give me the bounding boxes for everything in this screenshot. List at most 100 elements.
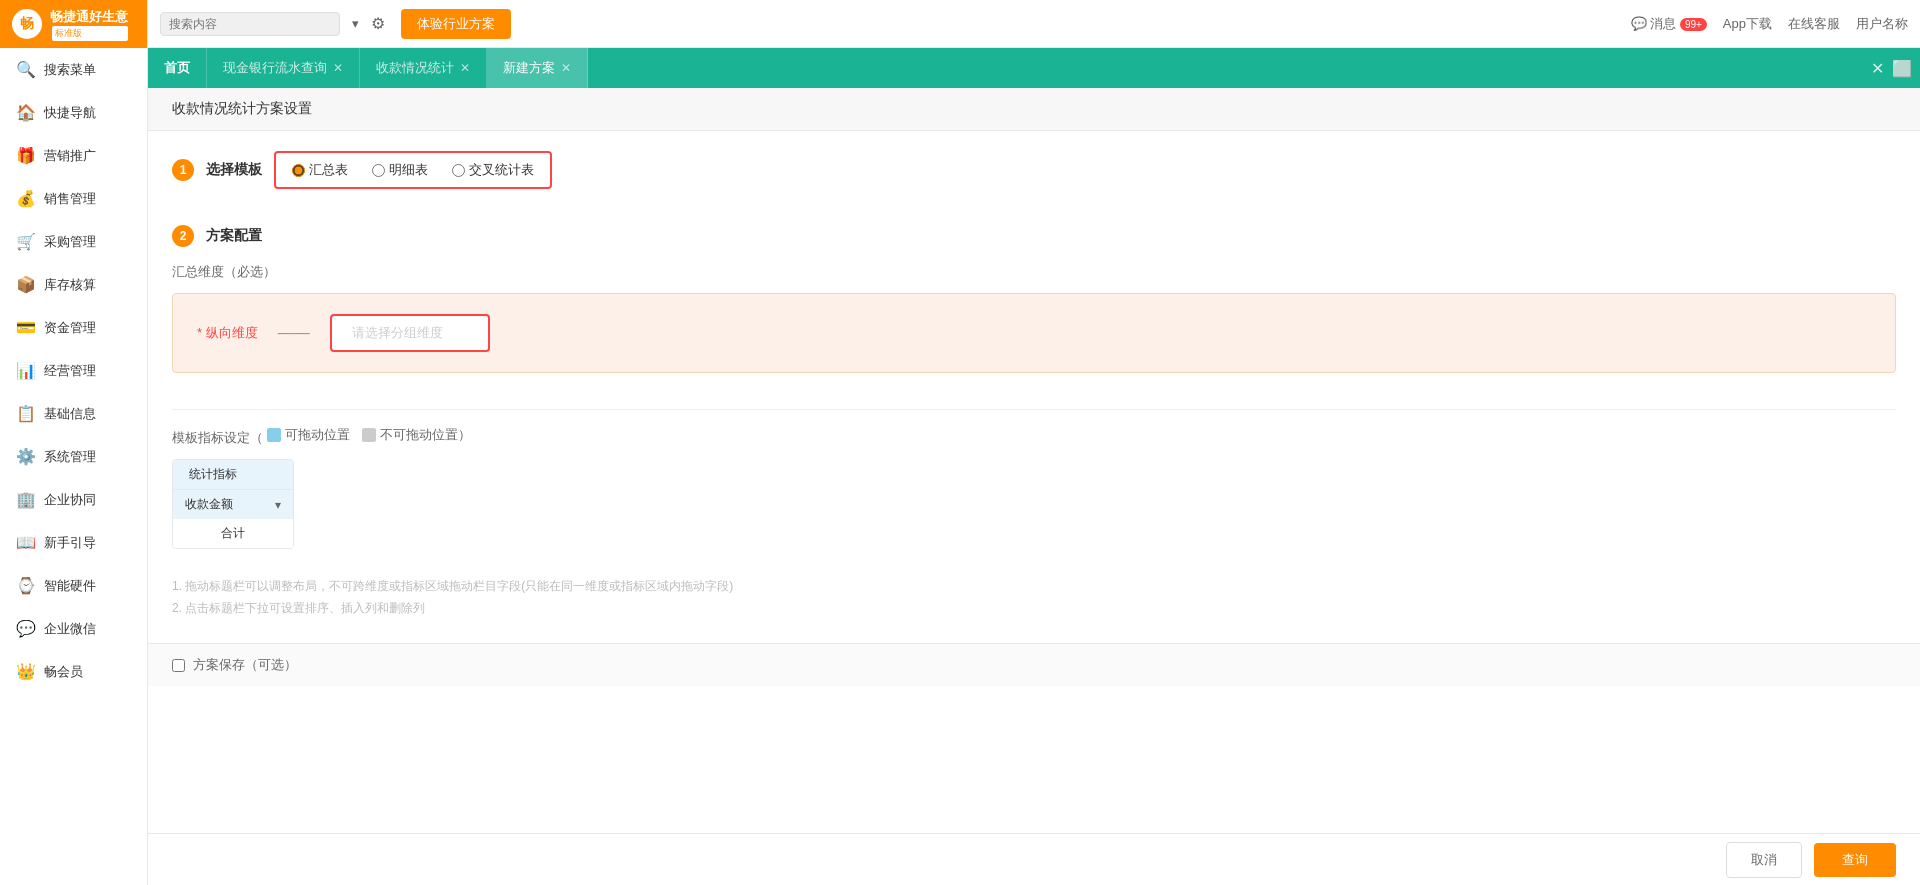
- sidebar-item-marketing[interactable]: 🎁 营销推广: [0, 134, 147, 177]
- notification-badge: 99+: [1680, 18, 1707, 31]
- tab-new-plan[interactable]: 新建方案 ✕: [487, 48, 588, 88]
- save-plan-label: 方案保存（可选）: [193, 656, 297, 674]
- sidebar-item-sales[interactable]: 💰 销售管理: [0, 177, 147, 220]
- tab-close-all-icon[interactable]: ✕: [1871, 59, 1884, 78]
- sidebar-item-label: 经营管理: [44, 362, 96, 380]
- save-bar: 方案保存（可选）: [148, 643, 1920, 686]
- purchase-icon: 🛒: [16, 232, 36, 251]
- tab-bank-flow-close-icon[interactable]: ✕: [333, 61, 343, 75]
- dimension-section-title: 汇总维度（必选）: [172, 263, 1896, 281]
- member-icon: 👑: [16, 662, 36, 681]
- notification-label: 消息: [1650, 16, 1676, 31]
- tab-collection-stats-close-icon[interactable]: ✕: [460, 61, 470, 75]
- radio-cross-input[interactable]: [452, 164, 465, 177]
- tips-section: 1. 拖动标题栏可以调整布局，不可跨维度或指标区域拖动栏目字段(只能在同一维度或…: [148, 568, 1920, 643]
- sidebar: 畅 畅捷通好生意 标准版 🔍 搜索菜单 🏠 快捷导航 🎁 营销推广 💰 销售管理…: [0, 0, 148, 885]
- tab-bank-flow-label: 现金银行流水查询: [223, 59, 327, 77]
- metrics-item-label: 收款金额: [185, 496, 233, 513]
- app-download-link[interactable]: App下载: [1723, 15, 1772, 33]
- sys-manage-icon: ⚙️: [16, 447, 36, 466]
- basic-info-icon: 📋: [16, 404, 36, 423]
- step2-section: 2 方案配置 汇总维度（必选） * 纵向维度 —— 请选择分组维度: [148, 225, 1920, 409]
- step2-number: 2: [172, 225, 194, 247]
- radio-summary-input[interactable]: [292, 164, 305, 177]
- footer-bar: 取消 查询: [148, 833, 1920, 885]
- sidebar-item-search-menu[interactable]: 🔍 搜索菜单: [0, 48, 147, 91]
- dimension-select[interactable]: 请选择分组维度: [330, 314, 490, 352]
- step2-title: 方案配置: [206, 227, 262, 245]
- content-area: 收款情况统计方案设置 1 选择模板 汇总表 明细表 交: [148, 88, 1920, 833]
- notification-area[interactable]: 💬 消息 99+: [1631, 15, 1707, 33]
- main-area: ▾ ⚙ 体验行业方案 💬 消息 99+ App下载 在线客服 用户名称 首页 现…: [148, 0, 1920, 885]
- sidebar-item-enterprise[interactable]: 🏢 企业协同: [0, 478, 147, 521]
- tab-maximize-icon[interactable]: ⬜: [1892, 59, 1912, 78]
- query-button[interactable]: 查询: [1814, 843, 1896, 877]
- sidebar-item-label: 企业微信: [44, 620, 96, 638]
- newbie-icon: 📖: [16, 533, 36, 552]
- sidebar-item-label: 系统管理: [44, 448, 96, 466]
- tab-collection-stats[interactable]: 收款情况统计 ✕: [360, 48, 487, 88]
- sidebar-item-label: 采购管理: [44, 233, 96, 251]
- sidebar-item-basic-info[interactable]: 📋 基础信息: [0, 392, 147, 435]
- wechat-icon: 💬: [16, 619, 36, 638]
- radio-summary[interactable]: 汇总表: [292, 161, 348, 179]
- try-industry-button[interactable]: 体验行业方案: [401, 9, 511, 39]
- tip1: 1. 拖动标题栏可以调整布局，不可跨维度或指标区域拖动栏目字段(只能在同一维度或…: [172, 576, 1896, 598]
- metrics-section: 模板指标设定（ 可拖动位置 不可拖动位置） 统计指标 收款金额 ▾ 合计: [148, 426, 1920, 568]
- sidebar-item-label: 智能硬件: [44, 577, 96, 595]
- logo-icon: 畅: [12, 9, 42, 39]
- enterprise-icon: 🏢: [16, 490, 36, 509]
- sidebar-item-label: 畅会员: [44, 663, 83, 681]
- sidebar-item-purchase[interactable]: 🛒 采购管理: [0, 220, 147, 263]
- sidebar-logo: 畅 畅捷通好生意 标准版: [0, 0, 147, 48]
- metrics-table: 统计指标 收款金额 ▾ 合计: [172, 459, 294, 549]
- chevron-down-icon[interactable]: ▾: [352, 16, 359, 31]
- operations-icon: 📊: [16, 361, 36, 380]
- header-right: 💬 消息 99+ App下载 在线客服 用户名称: [1631, 15, 1908, 33]
- tab-home-label: 首页: [164, 59, 190, 77]
- online-service-link[interactable]: 在线客服: [1788, 15, 1840, 33]
- radio-detail-input[interactable]: [372, 164, 385, 177]
- non-draggable-label: 不可拖动位置）: [380, 426, 471, 444]
- sidebar-nav: 🔍 搜索菜单 🏠 快捷导航 🎁 营销推广 💰 销售管理 🛒 采购管理 📦 库存核…: [0, 48, 147, 885]
- sidebar-item-label: 企业协同: [44, 491, 96, 509]
- search-menu-icon: 🔍: [16, 60, 36, 79]
- gear-icon[interactable]: ⚙: [371, 14, 385, 33]
- metrics-category-header: 统计指标: [173, 460, 293, 490]
- step1-title: 选择模板: [206, 161, 262, 179]
- sidebar-item-label: 快捷导航: [44, 104, 96, 122]
- metrics-item-total: 合计: [173, 519, 293, 548]
- username-display[interactable]: 用户名称: [1856, 15, 1908, 33]
- sidebar-item-sys-manage[interactable]: ⚙️ 系统管理: [0, 435, 147, 478]
- logo-badge: 标准版: [52, 26, 128, 41]
- sidebar-item-smart-hw[interactable]: ⌚ 智能硬件: [0, 564, 147, 607]
- tab-bar-right: ✕ ⬜: [1863, 48, 1920, 88]
- dimension-row: * 纵向维度 —— 请选择分组维度: [197, 314, 1871, 352]
- radio-detail[interactable]: 明细表: [372, 161, 428, 179]
- sidebar-item-quick-nav[interactable]: 🏠 快捷导航: [0, 91, 147, 134]
- radio-cross[interactable]: 交叉统计表: [452, 161, 534, 179]
- sidebar-item-member[interactable]: 👑 畅会员: [0, 650, 147, 693]
- radio-detail-label: 明细表: [389, 161, 428, 179]
- chevron-down-icon[interactable]: ▾: [275, 498, 281, 512]
- page-title: 收款情况统计方案设置: [148, 88, 1920, 131]
- tab-bank-flow[interactable]: 现金银行流水查询 ✕: [207, 48, 360, 88]
- sidebar-item-label: 资金管理: [44, 319, 96, 337]
- metrics-item-collection-amount[interactable]: 收款金额 ▾: [173, 490, 293, 519]
- cancel-button[interactable]: 取消: [1726, 842, 1802, 878]
- save-plan-checkbox[interactable]: [172, 659, 185, 672]
- top-header: ▾ ⚙ 体验行业方案 💬 消息 99+ App下载 在线客服 用户名称: [148, 0, 1920, 48]
- search-input[interactable]: [160, 12, 340, 36]
- sidebar-item-finance[interactable]: 💳 资金管理: [0, 306, 147, 349]
- sidebar-item-inventory[interactable]: 📦 库存核算: [0, 263, 147, 306]
- tab-new-plan-close-icon[interactable]: ✕: [561, 61, 571, 75]
- sidebar-item-newbie[interactable]: 📖 新手引导: [0, 521, 147, 564]
- tab-new-plan-label: 新建方案: [503, 59, 555, 77]
- radio-cross-label: 交叉统计表: [469, 161, 534, 179]
- sidebar-item-label: 搜索菜单: [44, 61, 96, 79]
- sales-icon: 💰: [16, 189, 36, 208]
- sidebar-item-wechat[interactable]: 💬 企业微信: [0, 607, 147, 650]
- sidebar-item-operations[interactable]: 📊 经营管理: [0, 349, 147, 392]
- tab-home[interactable]: 首页: [148, 48, 207, 88]
- step1-section: 1 选择模板 汇总表 明细表 交叉统计表: [148, 131, 1920, 225]
